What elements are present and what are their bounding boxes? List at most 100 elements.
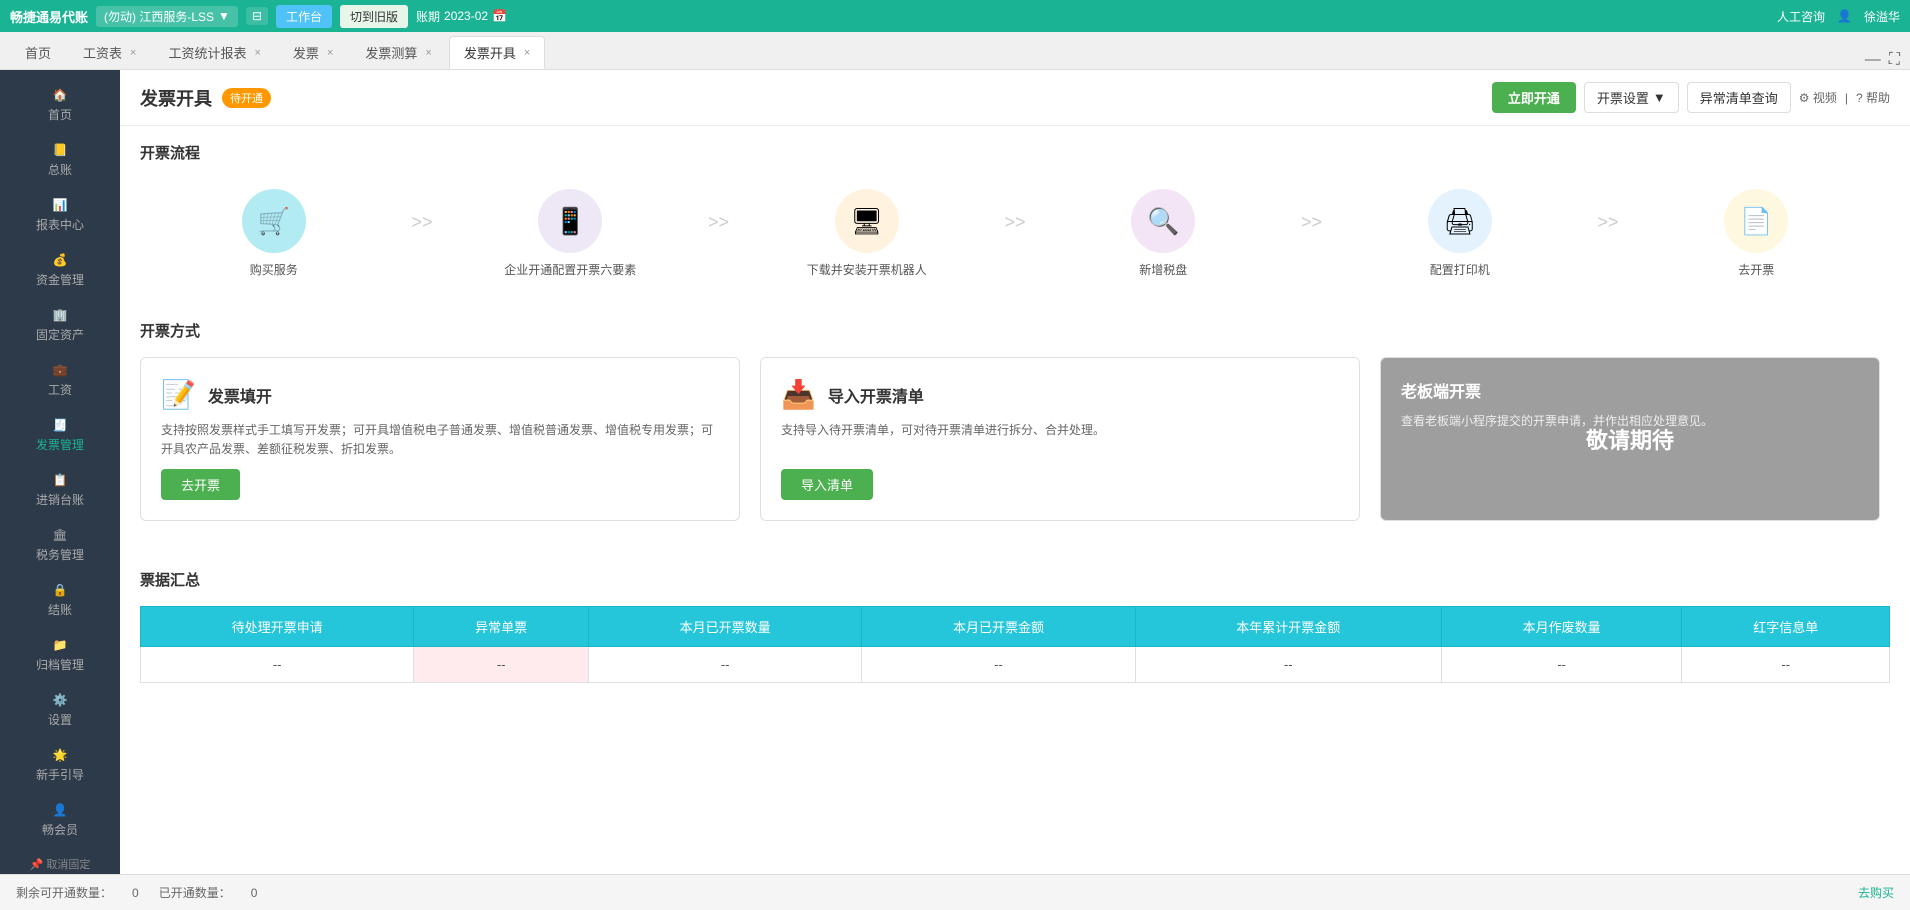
opened-value: 0 bbox=[251, 886, 258, 900]
import-invoice-button[interactable]: 导入清单 bbox=[781, 469, 873, 500]
period-tag: 账期 2023-02 📅 bbox=[416, 8, 507, 25]
tab-invoice-close[interactable]: × bbox=[327, 47, 333, 59]
process-step-issue-invoice[interactable]: 📄 去开票 bbox=[1623, 189, 1890, 278]
open-now-button[interactable]: 立即开通 bbox=[1492, 82, 1576, 113]
workbench-button[interactable]: 工作台 bbox=[276, 5, 332, 28]
sidebar-item-assets[interactable]: 🏢 固定资产 bbox=[0, 298, 120, 353]
funds-icon: 💰 bbox=[53, 253, 68, 267]
fill-invoice-button[interactable]: 去开票 bbox=[161, 469, 240, 500]
tab-invoice-calc-close[interactable]: × bbox=[425, 47, 431, 59]
company-selector[interactable]: (勿动) 江西服务-LSS ▼ bbox=[96, 6, 238, 27]
summary-header-year-amount: 本年累计开票金额 bbox=[1135, 607, 1441, 647]
closing-icon: 🔒 bbox=[53, 583, 68, 597]
tab-payroll-label: 工资表 bbox=[83, 43, 122, 62]
tab-payroll-report-label: 工资统计报表 bbox=[168, 43, 246, 62]
top-bar-left: 畅捷通易代账 (勿动) 江西服务-LSS ▼ ⊟ 工作台 切到旧版 账期 202… bbox=[10, 5, 507, 28]
process-step-download-robot[interactable]: 🖥 下载并安装开票机器人 bbox=[733, 189, 1000, 278]
sidebar-item-purchase[interactable]: 📋 进销台账 bbox=[0, 463, 120, 518]
reports-icon: 📊 bbox=[53, 198, 68, 212]
process-circle-enterprise-config: 📱 bbox=[538, 189, 602, 253]
import-invoice-title: 导入开票清单 bbox=[828, 383, 924, 407]
buy-service-label: 购买服务 bbox=[250, 261, 298, 278]
switch-version-button[interactable]: 切到旧版 bbox=[340, 5, 408, 28]
page-title-area: 发票开具 待开通 bbox=[140, 85, 271, 111]
process-flow-title: 开票流程 bbox=[140, 142, 1890, 163]
arrow-1: >> bbox=[407, 212, 436, 233]
tab-payroll-report-close[interactable]: × bbox=[254, 47, 260, 59]
tab-maximize-icon[interactable]: ⛶ bbox=[1889, 51, 1900, 69]
tab-minimize-icon[interactable]: — bbox=[1865, 51, 1881, 69]
goto-buy-button[interactable]: 去购买 bbox=[1858, 884, 1894, 901]
arrow-3: >> bbox=[1000, 212, 1029, 233]
tab-home[interactable]: 首页 bbox=[10, 36, 66, 69]
process-step-buy-service[interactable]: 🛒 购买服务 bbox=[140, 189, 407, 278]
download-robot-label: 下载并安装开票机器人 bbox=[807, 261, 927, 278]
add-taxbox-label: 新增税盘 bbox=[1139, 261, 1187, 278]
tab-invoice-issue[interactable]: 发票开具 × bbox=[449, 36, 545, 69]
tab-actions: — ⛶ bbox=[1865, 51, 1900, 69]
tab-payroll-report[interactable]: 工资统计报表 × bbox=[153, 36, 275, 69]
sidebar-item-tax[interactable]: 🏛 税务管理 bbox=[0, 518, 120, 573]
customer-service[interactable]: 人工咨询 bbox=[1777, 8, 1825, 25]
tab-home-label: 首页 bbox=[25, 43, 51, 62]
sidebar-item-funds[interactable]: 💰 资金管理 bbox=[0, 243, 120, 298]
opening-methods: 📝 发票填开 支持按照发票样式手工填写开发票；可开具增值税电子普通发票、增值税普… bbox=[140, 357, 1890, 537]
open-settings-button[interactable]: 开票设置 ▼ bbox=[1584, 82, 1679, 113]
tab-payroll[interactable]: 工资表 × bbox=[68, 36, 151, 69]
summary-cell-red-info: -- bbox=[1682, 647, 1890, 683]
summary-cell-month-qty: -- bbox=[589, 647, 862, 683]
sidebar-item-home[interactable]: 🏠 首页 bbox=[0, 78, 120, 133]
view-label[interactable]: ⚙ 视频 bbox=[1799, 89, 1837, 106]
boss-invoice-card: 老板端开票 查看老板端小程序提交的开票申请，并作出相应处理意见。 敬请期待 bbox=[1380, 357, 1880, 521]
fill-invoice-icon: 📝 bbox=[161, 378, 196, 411]
summary-table: 待处理开票申请 异常单票 本月已开票数量 本月已开票金额 本年累计开票金额 本月… bbox=[140, 606, 1890, 683]
opened-label: 已开通数量： bbox=[159, 884, 231, 901]
summary-cell-abnormal: -- bbox=[414, 647, 589, 683]
sidebar-item-tax-label: 税务管理 bbox=[36, 546, 84, 563]
summary-cell-void-qty: -- bbox=[1441, 647, 1681, 683]
summary-data-row: -- -- -- -- -- -- -- bbox=[141, 647, 1890, 683]
tab-payroll-close[interactable]: × bbox=[130, 47, 136, 59]
arrow-2: >> bbox=[704, 212, 733, 233]
process-circle-download-robot: 🖥 bbox=[835, 189, 899, 253]
sidebar-item-settings[interactable]: ⚙️ 设置 bbox=[0, 683, 120, 738]
tab-invoice-label: 发票 bbox=[293, 43, 319, 62]
tab-invoice[interactable]: 发票 × bbox=[278, 36, 348, 69]
import-invoice-desc: 支持导入待开票清单，可对待开票清单进行拆分、合并处理。 bbox=[781, 421, 1339, 440]
purchase-icon: 📋 bbox=[53, 473, 68, 487]
process-step-config-printer[interactable]: 🖨 配置打印机 bbox=[1326, 189, 1593, 278]
divider-1: | bbox=[1845, 91, 1848, 105]
icon-btn-1[interactable]: ⊟ bbox=[246, 7, 268, 25]
sidebar-item-invoice[interactable]: 🧾 发票管理 bbox=[0, 408, 120, 463]
remaining-value: 0 bbox=[132, 886, 139, 900]
top-bar: 畅捷通易代账 (勿动) 江西服务-LSS ▼ ⊟ 工作台 切到旧版 账期 202… bbox=[0, 0, 1910, 32]
enterprise-config-label: 企业开通配置开票六要素 bbox=[504, 261, 636, 278]
tab-invoice-issue-close[interactable]: × bbox=[524, 47, 530, 59]
sidebar-item-member[interactable]: 👤 畅会员 bbox=[0, 793, 120, 848]
sidebar-item-newbie[interactable]: 🌟 新手引导 bbox=[0, 738, 120, 793]
sidebar-item-archive[interactable]: 📁 归档管理 bbox=[0, 628, 120, 683]
process-step-enterprise-config[interactable]: 📱 企业开通配置开票六要素 bbox=[437, 189, 704, 278]
arrow-5: >> bbox=[1593, 212, 1622, 233]
content-area: 发票开具 待开通 立即开通 开票设置 ▼ 异常清单查询 ⚙ 视频 | ? 帮助 … bbox=[120, 70, 1910, 874]
summary-header-red-info: 红字信息单 bbox=[1682, 607, 1890, 647]
company-dropdown-icon[interactable]: ▼ bbox=[218, 9, 230, 23]
help-label[interactable]: ? 帮助 bbox=[1856, 89, 1890, 106]
sidebar-item-closing[interactable]: 🔒 结账 bbox=[0, 573, 120, 628]
abnormal-query-button[interactable]: 异常清单查询 bbox=[1687, 82, 1791, 113]
period-edit-icon[interactable]: 📅 bbox=[492, 9, 507, 23]
sidebar-item-payroll[interactable]: 💼 工资 bbox=[0, 353, 120, 408]
issue-invoice-label: 去开票 bbox=[1738, 261, 1774, 278]
sidebar-item-member-label: 畅会员 bbox=[42, 821, 78, 838]
process-step-add-taxbox[interactable]: 🔍 新增税盘 bbox=[1030, 189, 1297, 278]
sidebar-item-reports[interactable]: 📊 报表中心 bbox=[0, 188, 120, 243]
sidebar-item-ledger[interactable]: 📒 总账 bbox=[0, 133, 120, 188]
sidebar-item-funds-label: 资金管理 bbox=[36, 271, 84, 288]
period-value: 2023-02 bbox=[444, 9, 488, 23]
tab-invoice-calc[interactable]: 发票测算 × bbox=[350, 36, 446, 69]
sidebar-item-home-label: 首页 bbox=[48, 106, 72, 123]
sidebar-bottom-unpin[interactable]: 📌 取消固定 bbox=[0, 848, 120, 874]
issue-invoice-icon: 📄 bbox=[1740, 206, 1772, 237]
summary-header-month-qty: 本月已开票数量 bbox=[589, 607, 862, 647]
fill-invoice-desc: 支持按照发票样式手工填写开发票；可开具增值税电子普通发票、增值税普通发票、增值税… bbox=[161, 421, 719, 459]
